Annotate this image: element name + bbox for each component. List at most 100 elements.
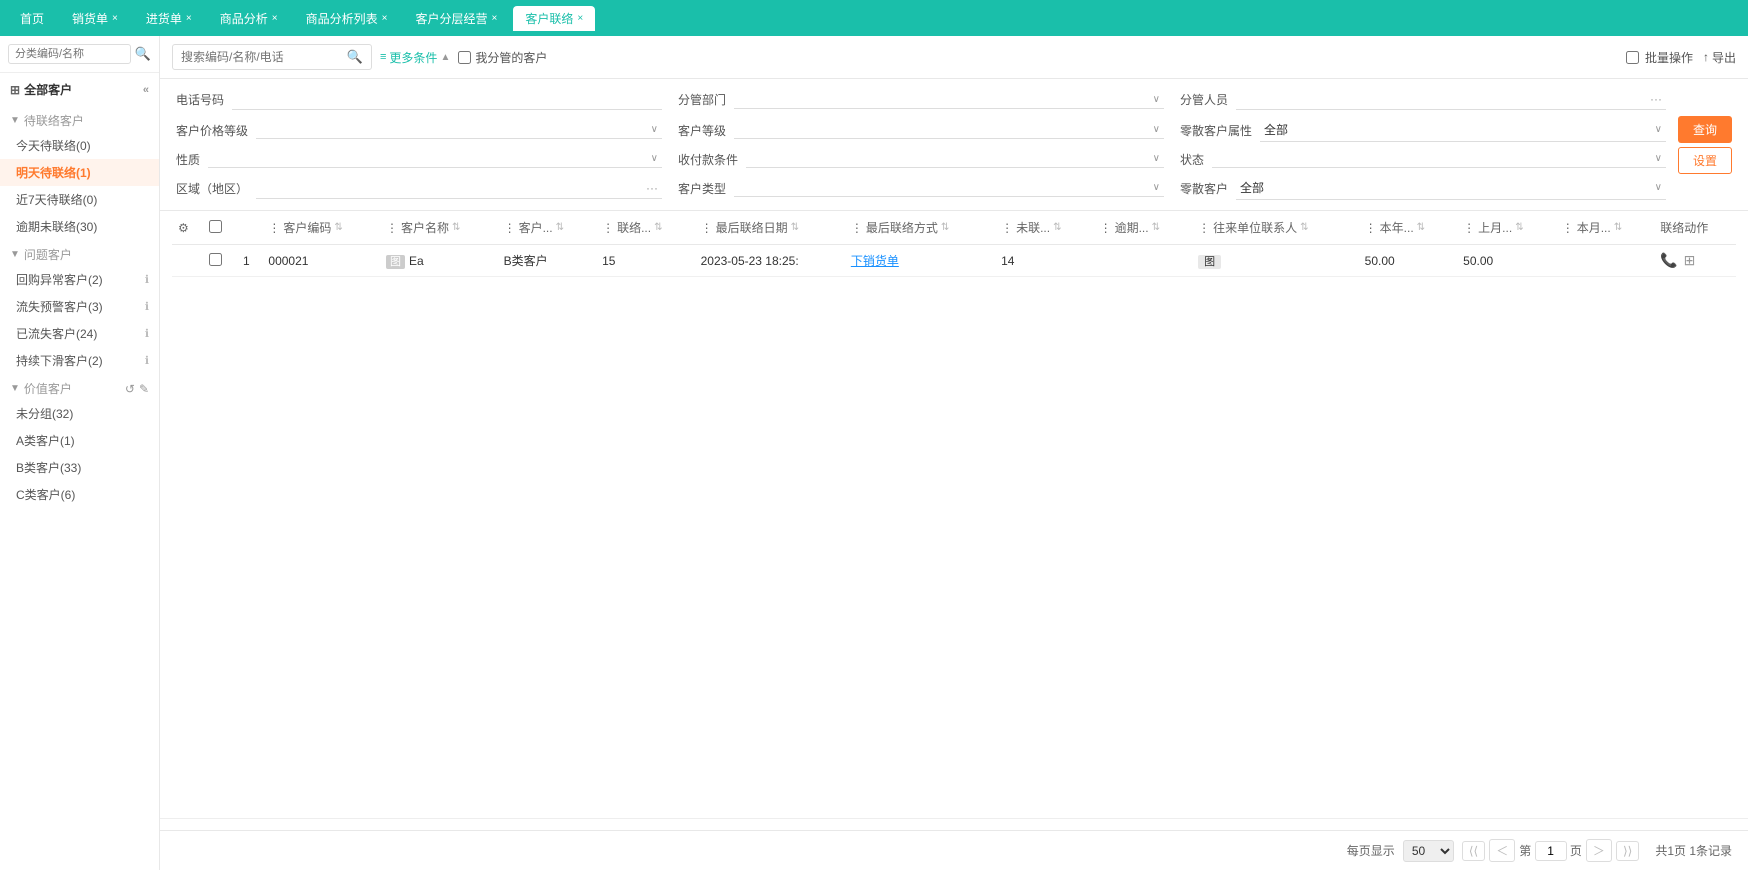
nav-purchase-close[interactable]: × xyxy=(186,13,192,24)
col-this-year[interactable]: ⋮本年...⇅ xyxy=(1359,211,1458,245)
cell-last-method[interactable]: 下销货单 xyxy=(845,245,995,277)
nav-sales[interactable]: 销货单 × xyxy=(60,6,130,31)
customer-type-select[interactable]: ∨ xyxy=(734,179,1164,197)
col-name[interactable]: ⋮客户名称⇅ xyxy=(380,211,498,245)
sidebar-item-b-class[interactable]: B类客户(33) xyxy=(0,454,159,481)
cell-code: 000021 xyxy=(262,245,380,277)
col-overdue[interactable]: ⋮逾期...⇅ xyxy=(1094,211,1193,245)
grid-icon[interactable]: ⊞ xyxy=(1684,252,1696,269)
col-settings[interactable]: ⚙ xyxy=(172,211,203,245)
filter-row-2: 客户价格等级 ∨ 客户等级 ∨ xyxy=(176,118,1666,142)
row-checkbox[interactable] xyxy=(209,253,222,266)
sidebar-search-icon[interactable]: 🔍 xyxy=(135,46,151,62)
chevron-up-icon: ▲ xyxy=(440,52,450,63)
filter-status: 状态 ∨ xyxy=(1180,150,1666,168)
sidebar-item-7days[interactable]: 近7天待联络(0) xyxy=(0,186,159,213)
right-actions: 批量操作 ↑ 导出 xyxy=(1626,49,1736,66)
retail-attr-select[interactable]: 全部 ∨ xyxy=(1260,118,1666,142)
cell-contacts2: 图 xyxy=(1192,245,1359,277)
sidebar-item-c-class[interactable]: C类客户(6) xyxy=(0,481,159,508)
nav-customer-tier-close[interactable]: × xyxy=(491,13,497,24)
status-chevron: ∨ xyxy=(1655,153,1662,164)
table-row: 1 000021 图Ea B类客户 15 2023-05-23 18:25: 下… xyxy=(172,245,1736,277)
export-btn[interactable]: ↑ 导出 xyxy=(1703,49,1736,66)
page-number-input[interactable] xyxy=(1535,841,1567,861)
sidebar-item-churned[interactable]: 已流失客户(24) ℹ xyxy=(0,320,159,347)
section-problem-customers: ▼ 问题客户 xyxy=(0,240,159,266)
nav-product-analysis[interactable]: 商品分析 × xyxy=(208,6,290,31)
person-select[interactable]: ··· xyxy=(1236,89,1666,110)
nav-sales-close[interactable]: × xyxy=(112,13,118,24)
nav-product-analysis-list-close[interactable]: × xyxy=(382,13,388,24)
next-page-btn[interactable]: ＞ xyxy=(1586,839,1612,862)
col-no-contact[interactable]: ⋮未联...⇅ xyxy=(995,211,1094,245)
nav-product-analysis-list[interactable]: 商品分析列表 × xyxy=(294,6,400,31)
my-customer-filter[interactable]: 我分管的客户 xyxy=(458,49,547,66)
sidebar-item-ungrouped[interactable]: 未分组(32) xyxy=(0,400,159,427)
sidebar-search-input[interactable] xyxy=(8,44,131,64)
customer-level-select[interactable]: ∨ xyxy=(734,121,1164,139)
select-all-checkbox[interactable] xyxy=(209,220,222,233)
cell-action: 📞 ⊞ xyxy=(1654,245,1736,277)
col-type[interactable]: ⋮客户...⇅ xyxy=(498,211,597,245)
top-navigation: 首页 销货单 × 进货单 × 商品分析 × 商品分析列表 × 客户分层经营 × … xyxy=(0,0,1748,36)
first-page-btn[interactable]: ⟨⟨ xyxy=(1462,841,1485,861)
sidebar-item-declining[interactable]: 持续下滑客户(2) ℹ xyxy=(0,347,159,374)
query-button[interactable]: 查询 xyxy=(1678,116,1732,143)
sidebar-item-a-class[interactable]: A类客户(1) xyxy=(0,427,159,454)
my-customer-checkbox[interactable] xyxy=(458,51,471,64)
phone-input[interactable] xyxy=(232,89,662,110)
search-input[interactable] xyxy=(181,50,343,64)
refresh-icon[interactable]: ↺ xyxy=(125,382,135,396)
filter-retail-customer: 零散客户 全部 ∨ xyxy=(1180,176,1666,200)
more-filter-btn[interactable]: ≡ 更多条件 ▲ xyxy=(380,49,450,66)
batch-op-btn[interactable]: 批量操作 xyxy=(1626,49,1693,66)
price-level-select[interactable]: ∨ xyxy=(256,121,662,139)
dept-select[interactable]: ∨ xyxy=(734,91,1164,109)
prev-page-btn[interactable]: ＜ xyxy=(1489,839,1515,862)
sidebar-item-churn-warning[interactable]: 流失预警客户(3) ℹ xyxy=(0,293,159,320)
sidebar-all-customers[interactable]: ⊞ 全部客户 « xyxy=(0,73,159,106)
payment-select[interactable]: ∨ xyxy=(746,150,1164,168)
bottom-scrollbar[interactable] xyxy=(160,818,1748,830)
section-pending-contact: ▼ 待联络客户 xyxy=(0,106,159,132)
col-this-month[interactable]: ⋮本月...⇅ xyxy=(1556,211,1655,245)
last-page-btn[interactable]: ⟩⟩ xyxy=(1616,841,1639,861)
col-contacts2[interactable]: ⋮往来单位联系人⇅ xyxy=(1192,211,1359,245)
table-header: ⚙ ⋮客户编码⇅ ⋮客户名称⇅ ⋮客户...⇅ ⋮联络...⇅ ⋮最后联络日期⇅… xyxy=(172,211,1736,245)
filter-row-4: 区域（地区） ··· 客户类型 ∨ xyxy=(176,176,1666,200)
sidebar-item-tomorrow[interactable]: 明天待联络(1) xyxy=(0,159,159,186)
filter-price-level: 客户价格等级 ∨ xyxy=(176,121,662,139)
status-select[interactable]: ∨ xyxy=(1212,150,1666,168)
data-table-area: ⚙ ⋮客户编码⇅ ⋮客户名称⇅ ⋮客户...⇅ ⋮联络...⇅ ⋮最后联络日期⇅… xyxy=(160,211,1748,818)
nav-product-analysis-close[interactable]: × xyxy=(272,13,278,24)
reset-button[interactable]: 设置 xyxy=(1678,147,1732,174)
nav-customer-contact[interactable]: 客户联络 × xyxy=(513,6,595,31)
page-size-select[interactable]: 50 10 20 100 xyxy=(1403,840,1454,862)
nav-customer-contact-close[interactable]: × xyxy=(577,13,583,24)
search-icon[interactable]: 🔍 xyxy=(347,49,363,65)
filter-row-1: 电话号码 分管部门 ∨ 分管人员 xyxy=(176,89,1666,110)
col-code[interactable]: ⋮客户编码⇅ xyxy=(262,211,380,245)
region-select[interactable]: ··· xyxy=(256,178,662,199)
nature-select[interactable]: ∨ xyxy=(208,150,662,168)
batch-checkbox[interactable] xyxy=(1626,51,1639,64)
nav-home[interactable]: 首页 xyxy=(8,6,56,31)
col-last-method[interactable]: ⋮最后联络方式⇅ xyxy=(845,211,995,245)
edit-icon[interactable]: ✎ xyxy=(139,382,149,396)
nav-customer-tier[interactable]: 客户分层经营 × xyxy=(403,6,509,31)
sidebar-item-overdue[interactable]: 逾期未联络(30) xyxy=(0,213,159,240)
phone-icon[interactable]: 📞 xyxy=(1660,252,1677,269)
region-dots[interactable]: ··· xyxy=(646,181,658,195)
sidebar-collapse-icon[interactable]: « xyxy=(143,84,149,96)
sidebar-item-repurchase-abnormal[interactable]: 回购异常客户(2) ℹ xyxy=(0,266,159,293)
col-last-date[interactable]: ⋮最后联络日期⇅ xyxy=(695,211,845,245)
person-dots[interactable]: ··· xyxy=(1650,92,1662,106)
col-contacts[interactable]: ⋮联络...⇅ xyxy=(596,211,695,245)
sidebar-item-today[interactable]: 今天待联络(0) xyxy=(0,132,159,159)
payment-chevron: ∨ xyxy=(1153,153,1160,164)
nav-purchase[interactable]: 进货单 × xyxy=(134,6,204,31)
cell-index: 1 xyxy=(237,245,262,277)
col-last-month[interactable]: ⋮上月...⇅ xyxy=(1457,211,1556,245)
retail-customer-select[interactable]: 全部 ∨ xyxy=(1236,176,1666,200)
